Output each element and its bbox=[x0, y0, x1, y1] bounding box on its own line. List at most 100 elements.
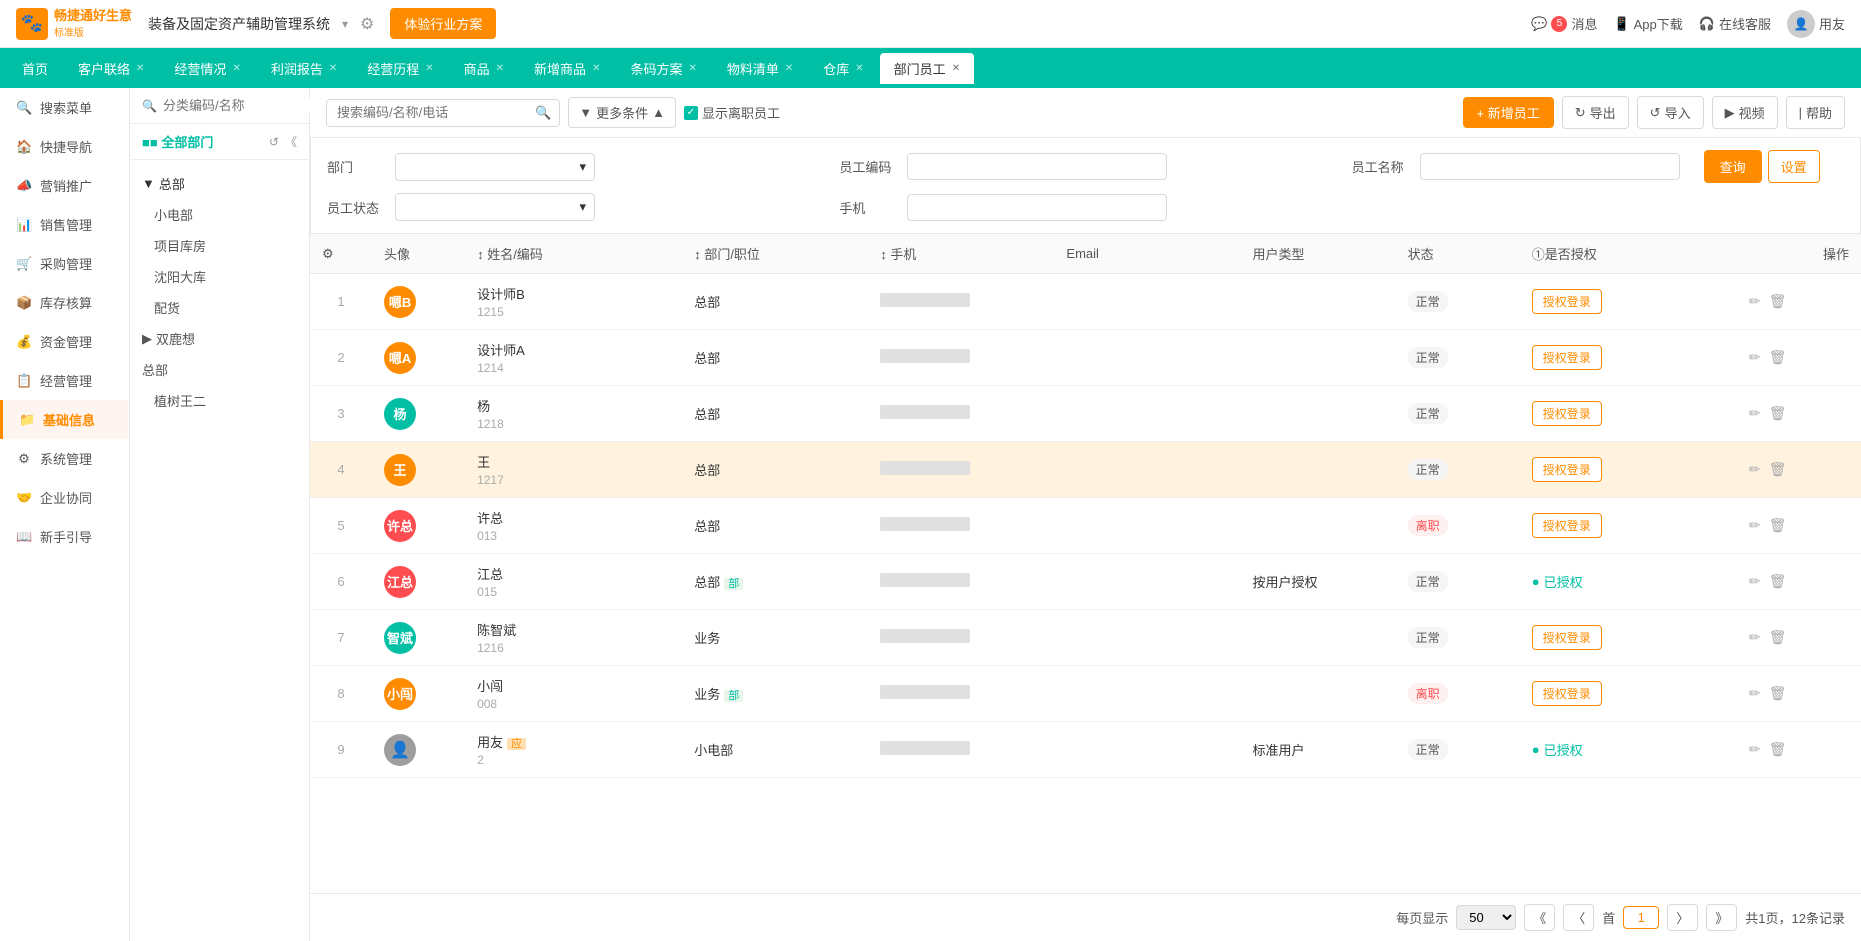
sidebar-item-inventory[interactable]: 📦 库存核算 bbox=[0, 283, 129, 322]
delete-icon[interactable]: 🗑 bbox=[1769, 741, 1787, 758]
close-icon[interactable]: ✕ bbox=[952, 63, 960, 74]
delete-icon[interactable]: 🗑 bbox=[1769, 685, 1787, 702]
user-area[interactable]: 👤 用友 bbox=[1787, 10, 1845, 38]
message-btn[interactable]: 💬 5 消息 bbox=[1531, 14, 1597, 33]
close-icon[interactable]: ✕ bbox=[329, 63, 337, 74]
delete-icon[interactable]: 🗑 bbox=[1769, 573, 1787, 590]
close-icon[interactable]: ✕ bbox=[232, 63, 240, 74]
sidebar-item-sales[interactable]: 📊 销售管理 bbox=[0, 205, 129, 244]
filter-empcode-input[interactable] bbox=[907, 153, 1167, 180]
close-icon[interactable]: ✕ bbox=[425, 63, 433, 74]
trial-button[interactable]: 体验行业方案 bbox=[390, 8, 496, 39]
add-employee-button[interactable]: + 新增员工 bbox=[1463, 97, 1554, 128]
refresh-icon[interactable]: ↺ bbox=[269, 135, 279, 149]
th-dept[interactable]: ↕ 部门/职位 bbox=[682, 234, 868, 274]
tab-new-goods[interactable]: 新增商品 ✕ bbox=[520, 53, 614, 84]
close-icon[interactable]: ✕ bbox=[592, 63, 600, 74]
dept-item-zhishu[interactable]: 植树王二 bbox=[130, 385, 309, 416]
online-service-btn[interactable]: 🎧 在线客服 bbox=[1699, 14, 1771, 33]
more-filter-btn[interactable]: ▼ 更多条件 ▲ bbox=[568, 97, 676, 128]
edit-icon[interactable]: ✏ bbox=[1749, 629, 1761, 646]
tab-home[interactable]: 首页 bbox=[8, 53, 62, 84]
edit-icon[interactable]: ✏ bbox=[1749, 461, 1761, 478]
auth-login-button[interactable]: 授权登录 bbox=[1532, 345, 1602, 370]
auth-login-button[interactable]: 授权登录 bbox=[1532, 457, 1602, 482]
view-button[interactable]: ▶ 视频 bbox=[1712, 96, 1778, 129]
export-button[interactable]: ↻ 导出 bbox=[1562, 96, 1629, 129]
tab-material[interactable]: 物料清单 ✕ bbox=[713, 53, 807, 84]
filter-status-select[interactable]: ▾ bbox=[395, 193, 595, 221]
edit-icon[interactable]: ✏ bbox=[1749, 685, 1761, 702]
dept-item-xiangmuku[interactable]: 项目库房 bbox=[130, 230, 309, 261]
prev-page-btn[interactable]: 〈 bbox=[1563, 904, 1594, 931]
th-name[interactable]: ↕ 姓名/编码 bbox=[465, 234, 682, 274]
filter-dept-select[interactable]: ▾ bbox=[395, 153, 595, 181]
edit-icon[interactable]: ✏ bbox=[1749, 293, 1761, 310]
tab-profit[interactable]: 利润报告 ✕ bbox=[257, 53, 351, 84]
sidebar-item-guide[interactable]: 📖 新手引导 bbox=[0, 517, 129, 556]
tab-customer[interactable]: 客户联络 ✕ bbox=[64, 53, 158, 84]
edit-icon[interactable]: ✏ bbox=[1749, 573, 1761, 590]
query-button[interactable]: 查询 bbox=[1704, 150, 1762, 183]
edit-icon[interactable]: ✏ bbox=[1749, 405, 1761, 422]
delete-icon[interactable]: 🗑 bbox=[1769, 629, 1787, 646]
system-dropdown-icon[interactable]: ▾ bbox=[342, 17, 348, 31]
delete-icon[interactable]: 🗑 bbox=[1769, 349, 1787, 366]
page-size-select[interactable]: 50 100 200 bbox=[1456, 905, 1516, 930]
sidebar-item-search[interactable]: 🔍 搜索菜单 bbox=[0, 88, 129, 127]
import-button[interactable]: ↺ 导入 bbox=[1637, 96, 1704, 129]
delete-icon[interactable]: 🗑 bbox=[1769, 405, 1787, 422]
auth-login-button[interactable]: 授权登录 bbox=[1532, 513, 1602, 538]
close-icon[interactable]: ✕ bbox=[136, 63, 144, 74]
sidebar-item-management[interactable]: 📋 经营管理 bbox=[0, 361, 129, 400]
delete-icon[interactable]: 🗑 bbox=[1769, 517, 1787, 534]
dept-item-zongbu-parent[interactable]: ▼ 总部 bbox=[130, 168, 309, 199]
filter-empname-input[interactable] bbox=[1420, 153, 1680, 180]
show-departed-checkbox[interactable]: ✓ 显示离职员工 bbox=[684, 103, 780, 122]
auth-login-button[interactable]: 授权登录 bbox=[1532, 401, 1602, 426]
set-button[interactable]: 设置 bbox=[1768, 150, 1820, 183]
close-icon[interactable]: ✕ bbox=[855, 63, 863, 74]
collapse-icon[interactable]: 《 bbox=[285, 133, 297, 150]
last-page-btn[interactable]: 》 bbox=[1706, 904, 1737, 931]
delete-icon[interactable]: 🗑 bbox=[1769, 293, 1787, 310]
search-submit-icon[interactable]: 🔍 bbox=[527, 100, 559, 126]
tab-operation[interactable]: 经营情况 ✕ bbox=[160, 53, 254, 84]
filter-phone-input[interactable] bbox=[907, 194, 1167, 221]
tab-goods[interactable]: 商品 ✕ bbox=[450, 53, 518, 84]
close-icon[interactable]: ✕ bbox=[688, 63, 696, 74]
sidebar-item-purchase[interactable]: 🛒 采购管理 bbox=[0, 244, 129, 283]
dept-item-xiaodianbu[interactable]: 小电部 bbox=[130, 199, 309, 230]
delete-icon[interactable]: 🗑 bbox=[1769, 461, 1787, 478]
app-download-btn[interactable]: 📱 App下载 bbox=[1613, 14, 1682, 33]
edit-icon[interactable]: ✏ bbox=[1749, 741, 1761, 758]
tab-department[interactable]: 部门员工 ✕ bbox=[880, 53, 974, 84]
tab-barcode[interactable]: 条码方案 ✕ bbox=[616, 53, 710, 84]
search-input[interactable] bbox=[327, 100, 527, 125]
sidebar-item-finance[interactable]: 💰 资金管理 bbox=[0, 322, 129, 361]
edit-icon[interactable]: ✏ bbox=[1749, 517, 1761, 534]
edit-icon[interactable]: ✏ bbox=[1749, 349, 1761, 366]
close-icon[interactable]: ✕ bbox=[785, 63, 793, 74]
auth-login-button[interactable]: 授权登录 bbox=[1532, 625, 1602, 650]
sidebar-item-basic[interactable]: 📁 基础信息 bbox=[0, 400, 129, 439]
dept-item-zongbu[interactable]: 总部 bbox=[130, 354, 309, 385]
tab-history[interactable]: 经营历程 ✕ bbox=[353, 53, 447, 84]
help-button[interactable]: | 帮助 bbox=[1786, 96, 1845, 129]
dept-item-peihuo[interactable]: 配货 bbox=[130, 292, 309, 323]
th-phone[interactable]: ↕ 手机 bbox=[868, 234, 1054, 274]
next-page-btn[interactable]: 〉 bbox=[1667, 904, 1698, 931]
sidebar-item-collab[interactable]: 🤝 企业协同 bbox=[0, 478, 129, 517]
auth-login-button[interactable]: 授权登录 bbox=[1532, 289, 1602, 314]
tab-warehouse[interactable]: 仓库 ✕ bbox=[809, 53, 877, 84]
gear-icon[interactable]: ⚙ bbox=[360, 14, 374, 34]
sidebar-item-nav[interactable]: 🏠 快捷导航 bbox=[0, 127, 129, 166]
sidebar-item-marketing[interactable]: 📣 营销推广 bbox=[0, 166, 129, 205]
sidebar-item-system[interactable]: ⚙ 系统管理 bbox=[0, 439, 129, 478]
dept-item-shenyang[interactable]: 沈阳大库 bbox=[130, 261, 309, 292]
dept-item-shuanglu[interactable]: ▶ 双鹿想 bbox=[130, 323, 309, 354]
auth-login-button[interactable]: 授权登录 bbox=[1532, 681, 1602, 706]
close-icon[interactable]: ✕ bbox=[496, 63, 504, 74]
first-page-btn[interactable]: 《 bbox=[1524, 904, 1555, 931]
current-page-input[interactable] bbox=[1623, 906, 1659, 929]
